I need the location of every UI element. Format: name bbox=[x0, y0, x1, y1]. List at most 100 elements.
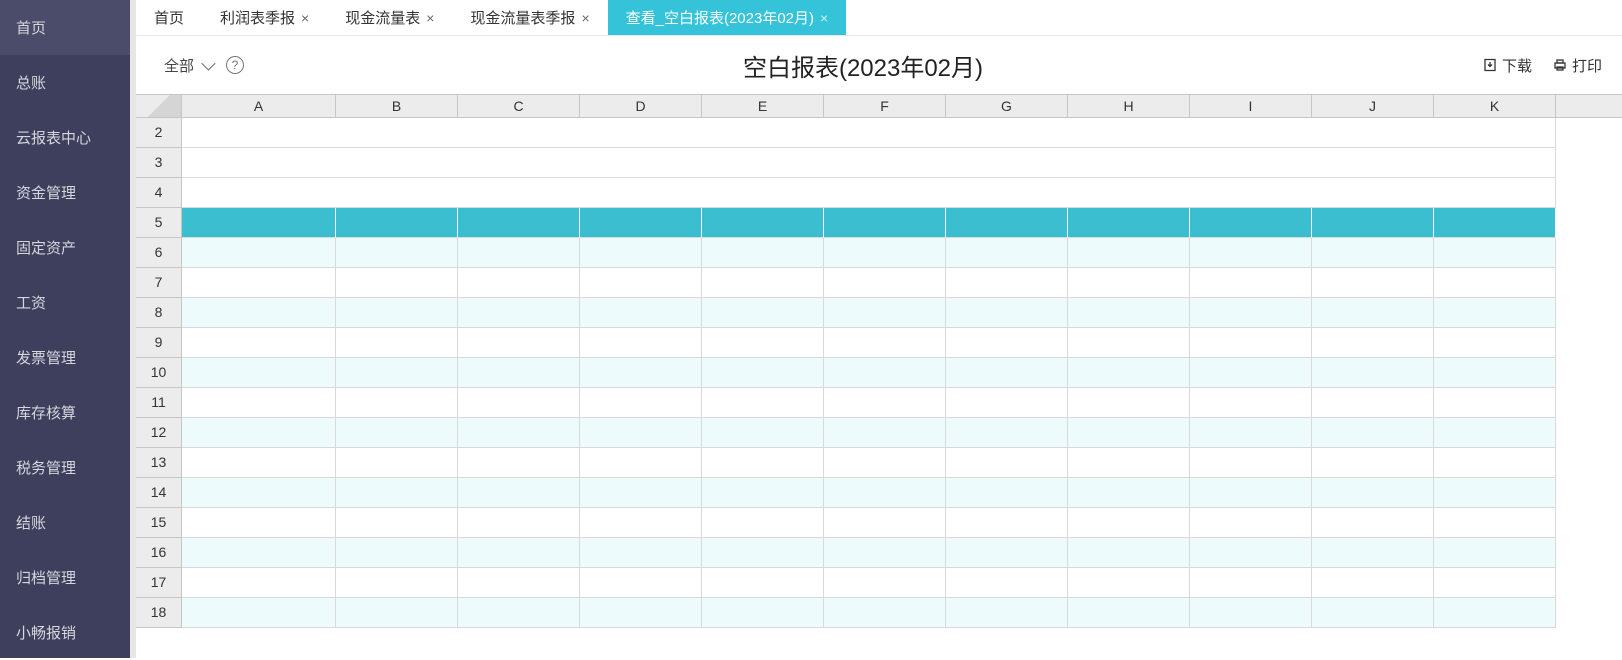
cell[interactable] bbox=[824, 358, 946, 388]
sidebar-item-salary[interactable]: 工资 bbox=[0, 275, 130, 330]
cell[interactable] bbox=[458, 208, 580, 238]
cell[interactable] bbox=[946, 238, 1068, 268]
column-header[interactable]: G bbox=[946, 95, 1068, 117]
cell[interactable] bbox=[580, 538, 702, 568]
cell[interactable] bbox=[1190, 268, 1312, 298]
cell[interactable] bbox=[1434, 298, 1556, 328]
cell[interactable] bbox=[824, 418, 946, 448]
cell[interactable] bbox=[702, 268, 824, 298]
cell[interactable] bbox=[824, 598, 946, 628]
cell[interactable] bbox=[458, 118, 580, 148]
cell[interactable] bbox=[580, 358, 702, 388]
cell[interactable] bbox=[702, 238, 824, 268]
cell[interactable] bbox=[458, 178, 580, 208]
cell[interactable] bbox=[1190, 328, 1312, 358]
cell[interactable] bbox=[458, 268, 580, 298]
cell[interactable] bbox=[946, 568, 1068, 598]
cell[interactable] bbox=[1068, 298, 1190, 328]
cell[interactable] bbox=[824, 148, 946, 178]
cell[interactable] bbox=[336, 598, 458, 628]
cell[interactable] bbox=[1312, 538, 1434, 568]
sidebar-item-inventory[interactable]: 库存核算 bbox=[0, 385, 130, 440]
cell[interactable] bbox=[946, 298, 1068, 328]
cell[interactable] bbox=[182, 238, 336, 268]
cell[interactable] bbox=[1068, 478, 1190, 508]
column-header[interactable]: J bbox=[1312, 95, 1434, 117]
cell[interactable] bbox=[580, 448, 702, 478]
cell[interactable] bbox=[580, 418, 702, 448]
cell[interactable] bbox=[580, 568, 702, 598]
cell[interactable] bbox=[824, 478, 946, 508]
cell[interactable] bbox=[946, 418, 1068, 448]
tab-profit-quarterly[interactable]: 利润表季报 × bbox=[202, 0, 327, 35]
cell[interactable] bbox=[1434, 118, 1556, 148]
close-icon[interactable]: × bbox=[820, 11, 828, 25]
cell[interactable] bbox=[336, 418, 458, 448]
cell[interactable] bbox=[702, 178, 824, 208]
cell[interactable] bbox=[336, 118, 458, 148]
cell[interactable] bbox=[824, 178, 946, 208]
column-header[interactable]: I bbox=[1190, 95, 1312, 117]
cell[interactable] bbox=[182, 178, 336, 208]
cell[interactable] bbox=[336, 178, 458, 208]
cell[interactable] bbox=[824, 508, 946, 538]
cell[interactable] bbox=[702, 358, 824, 388]
cell[interactable] bbox=[1434, 328, 1556, 358]
cell[interactable] bbox=[702, 448, 824, 478]
cell[interactable] bbox=[1434, 418, 1556, 448]
column-header[interactable]: F bbox=[824, 95, 946, 117]
cell[interactable] bbox=[1434, 208, 1556, 238]
cell[interactable] bbox=[336, 538, 458, 568]
cell[interactable] bbox=[1434, 388, 1556, 418]
cell[interactable] bbox=[1068, 598, 1190, 628]
cell[interactable] bbox=[1434, 148, 1556, 178]
cell[interactable] bbox=[1312, 568, 1434, 598]
sidebar-item-home[interactable]: 首页 bbox=[0, 0, 130, 55]
cell[interactable] bbox=[824, 298, 946, 328]
cell[interactable] bbox=[1190, 538, 1312, 568]
row-header[interactable]: 12 bbox=[136, 418, 182, 448]
cell[interactable] bbox=[1312, 478, 1434, 508]
select-all-corner[interactable] bbox=[136, 95, 182, 117]
tab-cashflow-quarterly[interactable]: 现金流量表季报 × bbox=[452, 0, 607, 35]
cell[interactable] bbox=[702, 568, 824, 598]
cell[interactable] bbox=[182, 508, 336, 538]
column-header[interactable]: D bbox=[580, 95, 702, 117]
cell[interactable] bbox=[1312, 148, 1434, 178]
cell[interactable] bbox=[1312, 268, 1434, 298]
cell[interactable] bbox=[1434, 358, 1556, 388]
cell[interactable] bbox=[580, 148, 702, 178]
cell[interactable] bbox=[336, 298, 458, 328]
cell[interactable] bbox=[580, 388, 702, 418]
cell[interactable] bbox=[458, 478, 580, 508]
cell[interactable] bbox=[1312, 508, 1434, 538]
cell[interactable] bbox=[182, 118, 336, 148]
cell[interactable] bbox=[336, 358, 458, 388]
cell[interactable] bbox=[702, 118, 824, 148]
cell[interactable] bbox=[580, 328, 702, 358]
cell[interactable] bbox=[580, 238, 702, 268]
cell[interactable] bbox=[946, 118, 1068, 148]
cell[interactable] bbox=[946, 148, 1068, 178]
cell[interactable] bbox=[1312, 418, 1434, 448]
download-button[interactable]: 下载 bbox=[1482, 55, 1532, 76]
sidebar-item-archive[interactable]: 归档管理 bbox=[0, 550, 130, 605]
cell[interactable] bbox=[1068, 268, 1190, 298]
cell[interactable] bbox=[182, 418, 336, 448]
cell[interactable] bbox=[1312, 298, 1434, 328]
cell[interactable] bbox=[1068, 148, 1190, 178]
cell[interactable] bbox=[1434, 568, 1556, 598]
cell[interactable] bbox=[1190, 388, 1312, 418]
cell[interactable] bbox=[1068, 178, 1190, 208]
cell[interactable] bbox=[1068, 448, 1190, 478]
cell[interactable] bbox=[1434, 448, 1556, 478]
cell[interactable] bbox=[946, 388, 1068, 418]
cell[interactable] bbox=[1434, 508, 1556, 538]
column-header[interactable]: B bbox=[336, 95, 458, 117]
cell[interactable] bbox=[580, 508, 702, 538]
cell[interactable] bbox=[1068, 508, 1190, 538]
cell[interactable] bbox=[458, 418, 580, 448]
cell[interactable] bbox=[336, 388, 458, 418]
cell[interactable] bbox=[946, 478, 1068, 508]
column-header[interactable]: C bbox=[458, 95, 580, 117]
